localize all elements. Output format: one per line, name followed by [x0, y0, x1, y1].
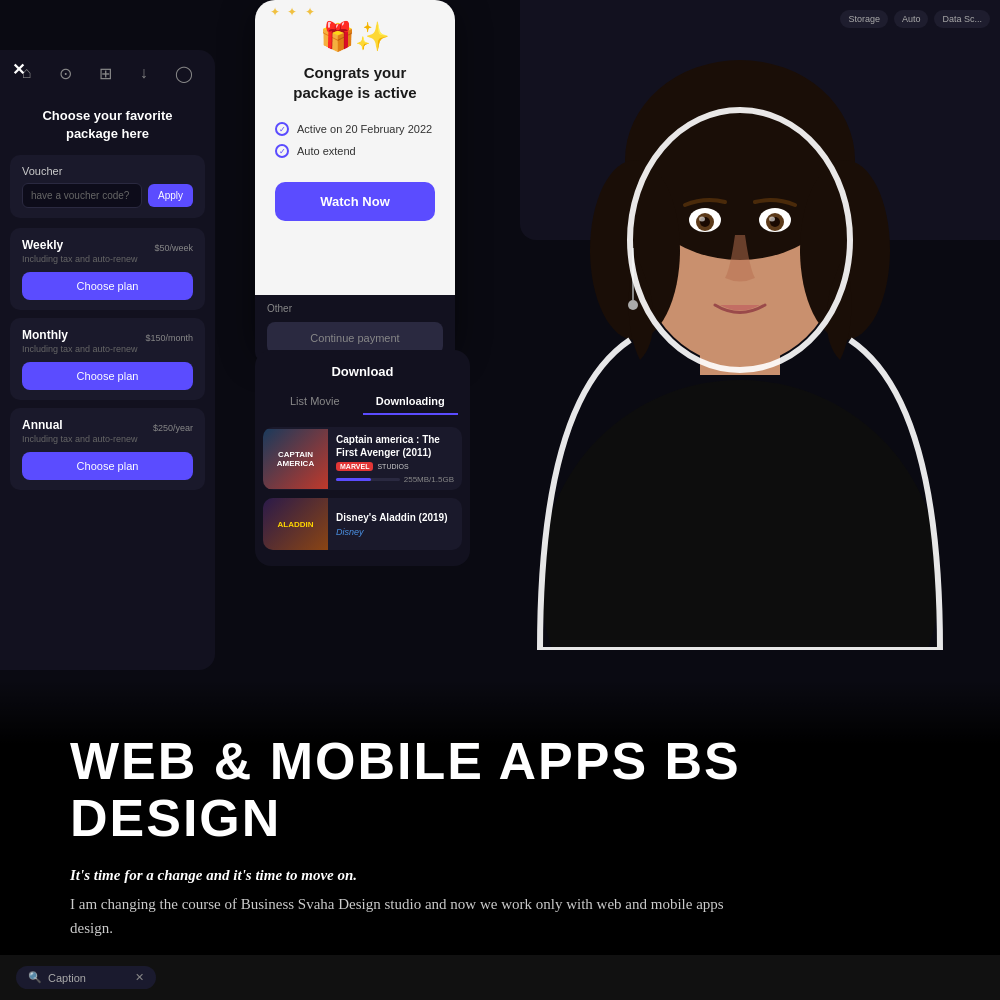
download-title: Download	[255, 350, 470, 389]
download-tabs: List Movie Downloading	[267, 389, 458, 415]
check-icon-2: ✓	[275, 144, 289, 158]
main-title-regular: WEB & MOBILE APPS	[70, 732, 665, 790]
nav-icons-row: ⌂ ⊙ ⊞ ↓ ◯	[0, 50, 215, 97]
studios-text: STUDIOS	[377, 463, 408, 470]
plan-unit-weekly: /week	[169, 243, 193, 253]
subtitle-regular: I am changing the course of Business Sva…	[70, 892, 770, 940]
choose-plan-annual[interactable]: Choose plan	[22, 452, 193, 480]
plan-price-annual: $250/year	[153, 418, 193, 434]
panel-title: Choose your favorite package here	[0, 97, 215, 155]
movie-title-captain-america: Captain america : The First Avenger (201…	[336, 433, 454, 459]
plan-price-value-weekly: $50	[154, 243, 169, 253]
movie-thumb-captain-america: CAPTAINAMERICA	[263, 429, 328, 489]
bottom-section: WEB & MOBILE APPS BS DESIGN It's time fo…	[0, 680, 1000, 1000]
caption-bar: 🔍 Caption ✕	[0, 955, 1000, 1000]
caption-search[interactable]: 🔍 Caption ✕	[16, 966, 156, 989]
plan-info-weekly: Weekly Including tax and auto-renew	[22, 238, 138, 264]
left-panel: ⌂ ⊙ ⊞ ↓ ◯ ✕ Choose your favorite package…	[0, 50, 215, 670]
plan-sub-monthly: Including tax and auto-renew	[22, 344, 138, 354]
other-label: Other	[267, 303, 443, 314]
apply-button[interactable]: Apply	[148, 184, 193, 207]
movie-info-aladdin: Disney's Aladdin (2019) Disney	[328, 505, 462, 543]
plan-unit-monthly: /month	[165, 333, 193, 343]
progress-bar-fill	[336, 478, 371, 481]
plan-name-annual: Annual	[22, 418, 138, 432]
subtitle-bold: It's time for a change and it's time to …	[70, 867, 930, 884]
stars-decoration: ✦ ✦ ✦	[270, 5, 317, 19]
caption-search-icon: 🔍	[28, 971, 42, 984]
person-image	[480, 0, 1000, 650]
congrats-item-active: ✓ Active on 20 February 2022	[255, 118, 455, 140]
movie-item-captain-america: CAPTAINAMERICA Captain america : The Fir…	[263, 427, 462, 490]
plan-sub-weekly: Including tax and auto-renew	[22, 254, 138, 264]
plan-card-monthly: Monthly Including tax and auto-renew $15…	[10, 318, 205, 400]
watch-now-button[interactable]: Watch Now	[275, 182, 435, 221]
main-title: WEB & MOBILE APPS BS DESIGN	[70, 733, 930, 847]
congrats-item-autoextend: ✓ Auto extend	[255, 140, 455, 162]
tab-downloading[interactable]: Downloading	[363, 389, 459, 415]
caption-close-icon[interactable]: ✕	[135, 971, 144, 984]
plan-header-weekly: Weekly Including tax and auto-renew $50/…	[22, 238, 193, 264]
choose-plan-weekly[interactable]: Choose plan	[22, 272, 193, 300]
profile-icon[interactable]: ◯	[175, 64, 193, 83]
movie-thumb-aladdin: ALADDIN	[263, 498, 328, 550]
caption-input: Caption	[48, 972, 86, 984]
plan-price-value-annual: $250	[153, 423, 173, 433]
plan-name-weekly: Weekly	[22, 238, 138, 252]
movie-title-aladdin: Disney's Aladdin (2019)	[336, 511, 454, 524]
svg-point-9	[699, 217, 705, 222]
voucher-label: Voucher	[22, 165, 193, 177]
check-icon-1: ✓	[275, 122, 289, 136]
progress-row: 255MB/1.5GB	[336, 475, 454, 484]
plan-price-weekly: $50/week	[154, 238, 193, 254]
movie-item-aladdin: ALADDIN Disney's Aladdin (2019) Disney	[263, 498, 462, 550]
voucher-input[interactable]: have a voucher code?	[22, 183, 142, 208]
download-panel: Download List Movie Downloading CAPTAINA…	[255, 350, 470, 566]
movie-info-captain-america: Captain america : The First Avenger (201…	[328, 427, 462, 490]
plan-sub-annual: Including tax and auto-renew	[22, 434, 138, 444]
plan-header-annual: Annual Including tax and auto-renew $250…	[22, 418, 193, 444]
congrats-title: Congrats your package is active	[255, 63, 455, 102]
plan-price-monthly: $150/month	[145, 328, 193, 344]
close-icon[interactable]: ✕	[12, 60, 25, 79]
auto-extend: Auto extend	[297, 145, 356, 157]
tab-list-movie[interactable]: List Movie	[267, 389, 363, 415]
movie-studio-captain-america: MARVEL STUDIOS	[336, 462, 454, 471]
svg-point-15	[628, 300, 638, 310]
progress-bar-bg	[336, 478, 400, 481]
plan-price-value-monthly: $150	[145, 333, 165, 343]
plan-header-monthly: Monthly Including tax and auto-renew $15…	[22, 328, 193, 354]
movie-studio-aladdin: Disney	[336, 527, 454, 537]
svg-point-13	[769, 217, 775, 222]
plan-unit-annual: /year	[173, 423, 193, 433]
disney-text: Disney	[336, 527, 364, 537]
voucher-section: Voucher have a voucher code? Apply	[10, 155, 205, 218]
plan-info-monthly: Monthly Including tax and auto-renew	[22, 328, 138, 354]
plan-card-annual: Annual Including tax and auto-renew $250…	[10, 408, 205, 490]
plan-card-weekly: Weekly Including tax and auto-renew $50/…	[10, 228, 205, 310]
person-svg	[480, 0, 1000, 650]
plan-info-annual: Annual Including tax and auto-renew	[22, 418, 138, 444]
grid-icon[interactable]: ⊞	[99, 64, 112, 83]
plan-name-monthly: Monthly	[22, 328, 138, 342]
search-icon[interactable]: ⊙	[59, 64, 72, 83]
download-icon[interactable]: ↓	[140, 64, 148, 83]
active-date: Active on 20 February 2022	[297, 123, 432, 135]
marvel-badge: MARVEL	[336, 462, 373, 471]
choose-plan-monthly[interactable]: Choose plan	[22, 362, 193, 390]
voucher-input-row: have a voucher code? Apply	[22, 183, 193, 208]
svg-point-0	[540, 380, 940, 650]
progress-size: 255MB/1.5GB	[404, 475, 454, 484]
